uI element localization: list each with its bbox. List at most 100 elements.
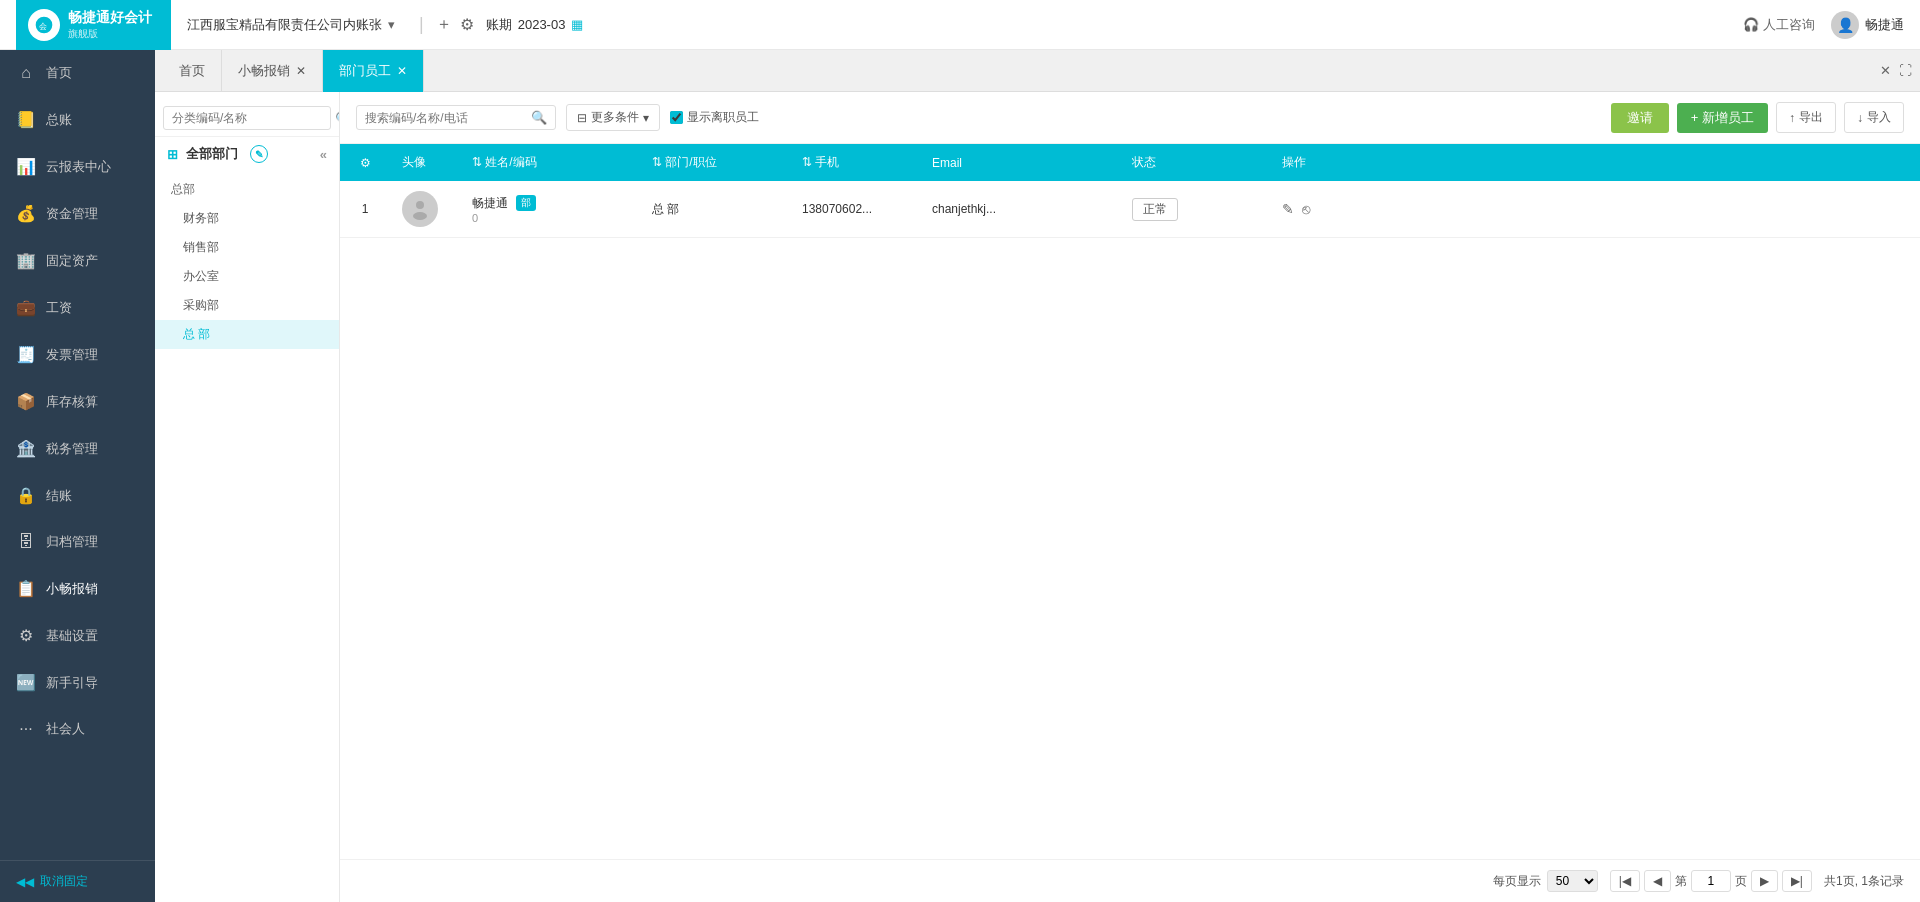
- calendar-icon[interactable]: ▦: [571, 17, 583, 32]
- sidebar-item-label: 固定资产: [46, 252, 98, 270]
- sidebar-unpin-button[interactable]: ◀◀ 取消固定: [0, 860, 155, 902]
- logo-sub: 旗舰版: [68, 27, 152, 41]
- export-icon: ↑: [1789, 111, 1795, 125]
- support-button[interactable]: 🎧 人工咨询: [1743, 16, 1815, 34]
- prev-page-button[interactable]: ◀: [1644, 870, 1671, 892]
- dept-collapse-icon[interactable]: «: [320, 147, 327, 162]
- svg-point-2: [416, 201, 424, 209]
- user-menu[interactable]: 👤 畅捷通: [1831, 11, 1904, 39]
- export-button[interactable]: ↑ 导出: [1776, 102, 1836, 133]
- invoice-icon: 🧾: [16, 345, 36, 364]
- col-settings[interactable]: ⚙: [340, 144, 390, 181]
- avatar: 👤: [1831, 11, 1859, 39]
- dept-node-label: 采购部: [183, 298, 219, 312]
- next-page-button[interactable]: ▶: [1751, 870, 1778, 892]
- dept-badge: 部: [516, 195, 536, 211]
- sidebar-item-close[interactable]: 🔒 结账: [0, 472, 155, 519]
- svg-point-3: [413, 212, 427, 220]
- sidebar-item-home[interactable]: ⌂ 首页: [0, 50, 155, 96]
- employee-table: ⚙ 头像 ⇅ 姓名/编码 ⇅ 部门/职位 ⇅ 手机 Email 状态 操作: [340, 144, 1920, 859]
- sidebar: ⌂ 首页 📒 总账 📊 云报表中心 💰 资金管理 🏢 固定资产 💼 工资 🧾 发…: [0, 50, 155, 902]
- top-header: 会 畅捷通好会计 旗舰版 江西服宝精品有限责任公司内账张 ▾ | ＋ ⚙ 账期 …: [0, 0, 1920, 50]
- company-name: 江西服宝精品有限责任公司内账张: [187, 16, 382, 34]
- add-employee-button[interactable]: + 新增员工: [1677, 103, 1768, 133]
- page-content: 🔍 ⊞ 全部部门 ✎ « 总部 财务部 销售部: [155, 92, 1920, 902]
- import-button[interactable]: ↓ 导入: [1844, 102, 1904, 133]
- first-page-button[interactable]: |◀: [1610, 870, 1640, 892]
- total-info: 共1页, 1条记录: [1824, 873, 1904, 890]
- tab-expense-close-icon[interactable]: ✕: [296, 64, 306, 78]
- sidebar-item-tax[interactable]: 🏦 税务管理: [0, 425, 155, 472]
- row-name-cell: 畅捷通 部 0: [460, 181, 640, 238]
- sidebar-item-guide[interactable]: 🆕 新手引导: [0, 659, 155, 706]
- status-badge: 正常: [1132, 198, 1178, 221]
- dept-search-input[interactable]: [163, 106, 331, 130]
- tab-dept-employee[interactable]: 部门员工 ✕: [323, 50, 424, 92]
- employee-code: 0: [472, 212, 628, 224]
- sidebar-item-salary[interactable]: 💼 工资: [0, 284, 155, 331]
- sidebar-item-reports[interactable]: 📊 云报表中心: [0, 143, 155, 190]
- sidebar-item-archive[interactable]: 🗄 归档管理: [0, 519, 155, 565]
- sidebar-item-assets[interactable]: 🏢 固定资产: [0, 237, 155, 284]
- logout-button[interactable]: ⎋: [1302, 201, 1310, 217]
- content-area: 首页 小畅报销 ✕ 部门员工 ✕ ✕ ⛶ 🔍: [155, 50, 1920, 902]
- all-dept-header[interactable]: ⊞ 全部部门 ✎ «: [155, 137, 339, 171]
- show-resigned-checkbox[interactable]: [670, 111, 683, 124]
- table-footer: 每页显示 50 10 20 100 |◀ ◀ 第 页: [340, 859, 1920, 902]
- filter-chevron-icon: ▾: [643, 111, 649, 125]
- col-dept[interactable]: ⇅ 部门/职位: [640, 144, 790, 181]
- page-size-selector: 每页显示 50 10 20 100: [1493, 870, 1598, 892]
- col-avatar: 头像: [390, 144, 460, 181]
- close-window-icon[interactable]: ✕: [1880, 63, 1891, 78]
- invite-button[interactable]: 邀请: [1611, 103, 1669, 133]
- main-layout: ⌂ 首页 📒 总账 📊 云报表中心 💰 资金管理 🏢 固定资产 💼 工资 🧾 发…: [0, 50, 1920, 902]
- ledger-icon: 📒: [16, 110, 36, 129]
- add-company-icon[interactable]: ＋: [436, 14, 452, 35]
- col-name[interactable]: ⇅ 姓名/编码: [460, 144, 640, 181]
- dept-panel: 🔍 ⊞ 全部部门 ✎ « 总部 财务部 销售部: [155, 92, 340, 902]
- col-phone[interactable]: ⇅ 手机: [790, 144, 920, 181]
- dept-node-sales[interactable]: 销售部: [155, 233, 339, 262]
- import-icon: ↓: [1857, 111, 1863, 125]
- page-number-input[interactable]: [1691, 870, 1731, 892]
- sidebar-item-more[interactable]: ··· 社会人: [0, 706, 155, 752]
- dept-edit-icon[interactable]: ✎: [250, 145, 268, 163]
- employee-search-input[interactable]: [365, 111, 525, 125]
- sidebar-item-settings[interactable]: ⚙ 基础设置: [0, 612, 155, 659]
- dept-node-purchase[interactable]: 采购部: [155, 291, 339, 320]
- page-size-select[interactable]: 50 10 20 100: [1547, 870, 1598, 892]
- dept-node-general[interactable]: 总 部: [155, 320, 339, 349]
- export-label: 导出: [1799, 109, 1823, 126]
- sidebar-item-expense[interactable]: 📋 小畅报销: [0, 565, 155, 612]
- sidebar-item-label: 库存核算: [46, 393, 98, 411]
- tab-dept-label: 部门员工: [339, 62, 391, 80]
- maximize-icon[interactable]: ⛶: [1899, 63, 1912, 78]
- sidebar-item-invoice[interactable]: 🧾 发票管理: [0, 331, 155, 378]
- search-icon[interactable]: 🔍: [531, 110, 547, 125]
- sidebar-item-label: 基础设置: [46, 627, 98, 645]
- home-icon: ⌂: [16, 64, 36, 82]
- dept-node-office[interactable]: 办公室: [155, 262, 339, 291]
- sidebar-item-inventory[interactable]: 📦 库存核算: [0, 378, 155, 425]
- header-company[interactable]: 江西服宝精品有限责任公司内账张 ▾: [171, 16, 411, 34]
- setting-icon[interactable]: ⚙: [460, 15, 474, 34]
- last-page-button[interactable]: ▶|: [1782, 870, 1812, 892]
- sidebar-item-label: 首页: [46, 64, 72, 82]
- show-resigned-checkbox-label[interactable]: 显示离职员工: [670, 109, 759, 126]
- funds-icon: 💰: [16, 204, 36, 223]
- tab-dept-close-icon[interactable]: ✕: [397, 64, 407, 78]
- tab-expense[interactable]: 小畅报销 ✕: [222, 50, 323, 92]
- filter-button[interactable]: ⊟ 更多条件 ▾: [566, 104, 660, 131]
- employee-email: chanjethkj...: [932, 202, 996, 216]
- edit-button[interactable]: ✎: [1282, 201, 1294, 217]
- sidebar-item-funds[interactable]: 💰 资金管理: [0, 190, 155, 237]
- reports-icon: 📊: [16, 157, 36, 176]
- pin-icon: ◀◀: [16, 875, 34, 889]
- page-label: 页: [1735, 873, 1747, 890]
- sidebar-item-label: 发票管理: [46, 346, 98, 364]
- page-size-label: 每页显示: [1493, 873, 1541, 890]
- dept-node-finance[interactable]: 财务部: [155, 204, 339, 233]
- tab-home[interactable]: 首页: [163, 50, 222, 92]
- sidebar-item-ledger[interactable]: 📒 总账: [0, 96, 155, 143]
- import-label: 导入: [1867, 109, 1891, 126]
